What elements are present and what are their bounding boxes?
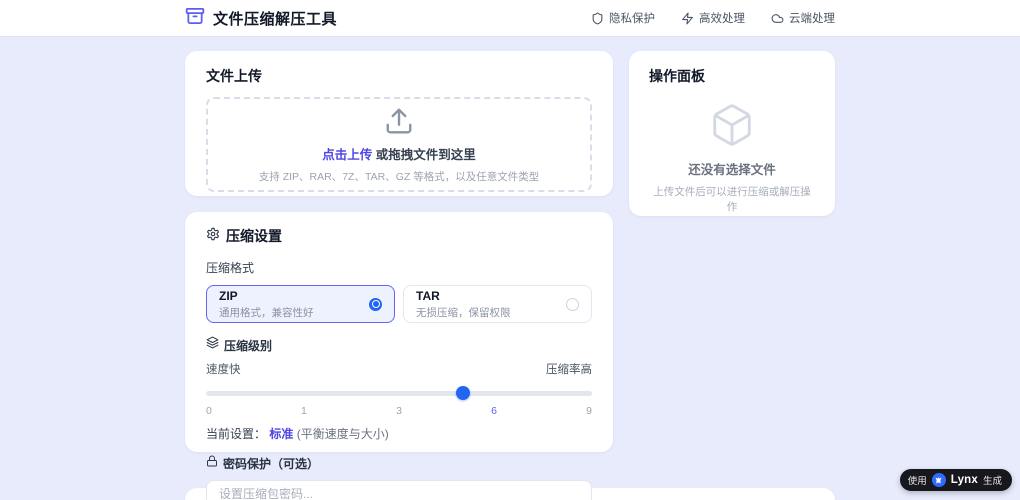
zap-icon bbox=[681, 12, 694, 25]
level-left-label: 速度快 bbox=[206, 364, 241, 376]
format-option-tar[interactable]: TAR 无损压缩，保留权限 bbox=[403, 285, 592, 323]
settings-card-title: 压缩设置 bbox=[226, 228, 282, 244]
format-name: ZIP bbox=[219, 288, 238, 303]
empty-state-desc: 上传文件后可以进行压缩或解压操作 bbox=[653, 186, 811, 213]
settings-card: 压缩设置 压缩格式 ZIP 通用格式，兼容性好 TAR 无损压缩，保留权限 压缩… bbox=[185, 212, 613, 500]
page-title: 文件压缩解压工具 bbox=[213, 10, 338, 28]
upload-dropzone[interactable]: 点击上传 或拖拽文件到这里 支持 ZIP、RAR、7Z、TAR、GZ 等格式，以… bbox=[206, 97, 592, 192]
layers-icon bbox=[206, 336, 219, 354]
level-label: 压缩级别 bbox=[224, 338, 273, 353]
tick-9: 9 bbox=[586, 405, 592, 417]
level-slider-thumb[interactable] bbox=[456, 386, 471, 400]
upload-cta-line: 点击上传 或拖拽文件到这里 bbox=[322, 144, 476, 163]
format-desc: 无损压缩，保留权限 bbox=[416, 306, 511, 319]
feature-speed: 高效处理 bbox=[681, 10, 745, 26]
gear-icon bbox=[206, 227, 220, 246]
level-right-label: 压缩率高 bbox=[546, 364, 592, 376]
password-input[interactable] bbox=[206, 480, 592, 500]
upload-icon bbox=[384, 106, 414, 144]
current-setting-prefix: 当前设置： bbox=[206, 427, 270, 441]
upload-cta-link[interactable]: 点击上传 bbox=[322, 148, 372, 162]
format-options: ZIP 通用格式，兼容性好 TAR 无损压缩，保留权限 bbox=[206, 285, 592, 323]
level-slider-track[interactable] bbox=[206, 391, 592, 396]
header-features: 隐私保护 高效处理 云端处理 bbox=[591, 10, 835, 26]
feature-label: 高效处理 bbox=[699, 13, 745, 25]
badge-suffix: 生成 bbox=[982, 476, 1002, 487]
format-label: 压缩格式 bbox=[206, 261, 255, 275]
tick-6: 6 bbox=[491, 405, 497, 417]
tick-3: 3 bbox=[396, 405, 402, 417]
format-desc: 通用格式，兼容性好 bbox=[219, 306, 314, 319]
current-setting-value: 标准 bbox=[269, 427, 294, 441]
lynx-logo-icon bbox=[931, 473, 946, 487]
panel-title: 操作面板 bbox=[649, 68, 705, 84]
feature-cloud: 云端处理 bbox=[771, 10, 835, 26]
archive-box-icon bbox=[185, 6, 205, 31]
upload-card-title: 文件上传 bbox=[206, 68, 262, 84]
current-setting-line: 当前设置： 标准 (平衡速度与大小) bbox=[206, 425, 592, 442]
format-name: TAR bbox=[416, 288, 440, 303]
level-ticks: 0 1 3 6 9 bbox=[206, 405, 592, 417]
brand: 文件压缩解压工具 bbox=[185, 6, 337, 31]
feature-label: 隐私保护 bbox=[609, 13, 655, 25]
upload-cta-suffix: 或拖拽文件到这里 bbox=[372, 147, 476, 162]
format-radio[interactable] bbox=[369, 297, 382, 311]
badge-brand: Lynx bbox=[950, 474, 978, 486]
upload-hint: 支持 ZIP、RAR、7Z、TAR、GZ 等格式，以及任意文件类型 bbox=[258, 170, 540, 183]
package-box-icon bbox=[709, 102, 755, 148]
shield-icon bbox=[591, 12, 604, 25]
operation-panel-card: 操作面板 还没有选择文件 上传文件后可以进行压缩或解压操作 bbox=[629, 51, 835, 216]
level-slider[interactable] bbox=[206, 386, 592, 400]
current-setting-desc: (平衡速度与大小) bbox=[293, 427, 389, 441]
format-radio[interactable] bbox=[566, 297, 579, 311]
lynx-attribution-badge[interactable]: 使用 Lynx 生成 bbox=[899, 469, 1012, 491]
panel-empty-state: 还没有选择文件 上传文件后可以进行压缩或解压操作 bbox=[649, 102, 815, 214]
cloud-icon bbox=[771, 12, 784, 25]
feature-label: 云端处理 bbox=[789, 13, 835, 25]
lock-icon bbox=[206, 454, 218, 472]
upload-card: 文件上传 点击上传 或拖拽文件到这里 支持 ZIP、RAR、7Z、TAR、GZ … bbox=[185, 51, 613, 196]
tick-1: 1 bbox=[301, 405, 307, 417]
format-option-zip[interactable]: ZIP 通用格式，兼容性好 bbox=[206, 285, 395, 323]
password-label: 密码保护（可选） bbox=[223, 456, 320, 471]
feature-privacy: 隐私保护 bbox=[591, 10, 655, 26]
badge-prefix: 使用 bbox=[907, 476, 927, 487]
tick-0: 0 bbox=[206, 405, 212, 417]
app-header: 文件压缩解压工具 隐私保护 高效处理 云端处理 bbox=[0, 0, 1020, 36]
empty-state-title: 还没有选择文件 bbox=[688, 163, 776, 177]
